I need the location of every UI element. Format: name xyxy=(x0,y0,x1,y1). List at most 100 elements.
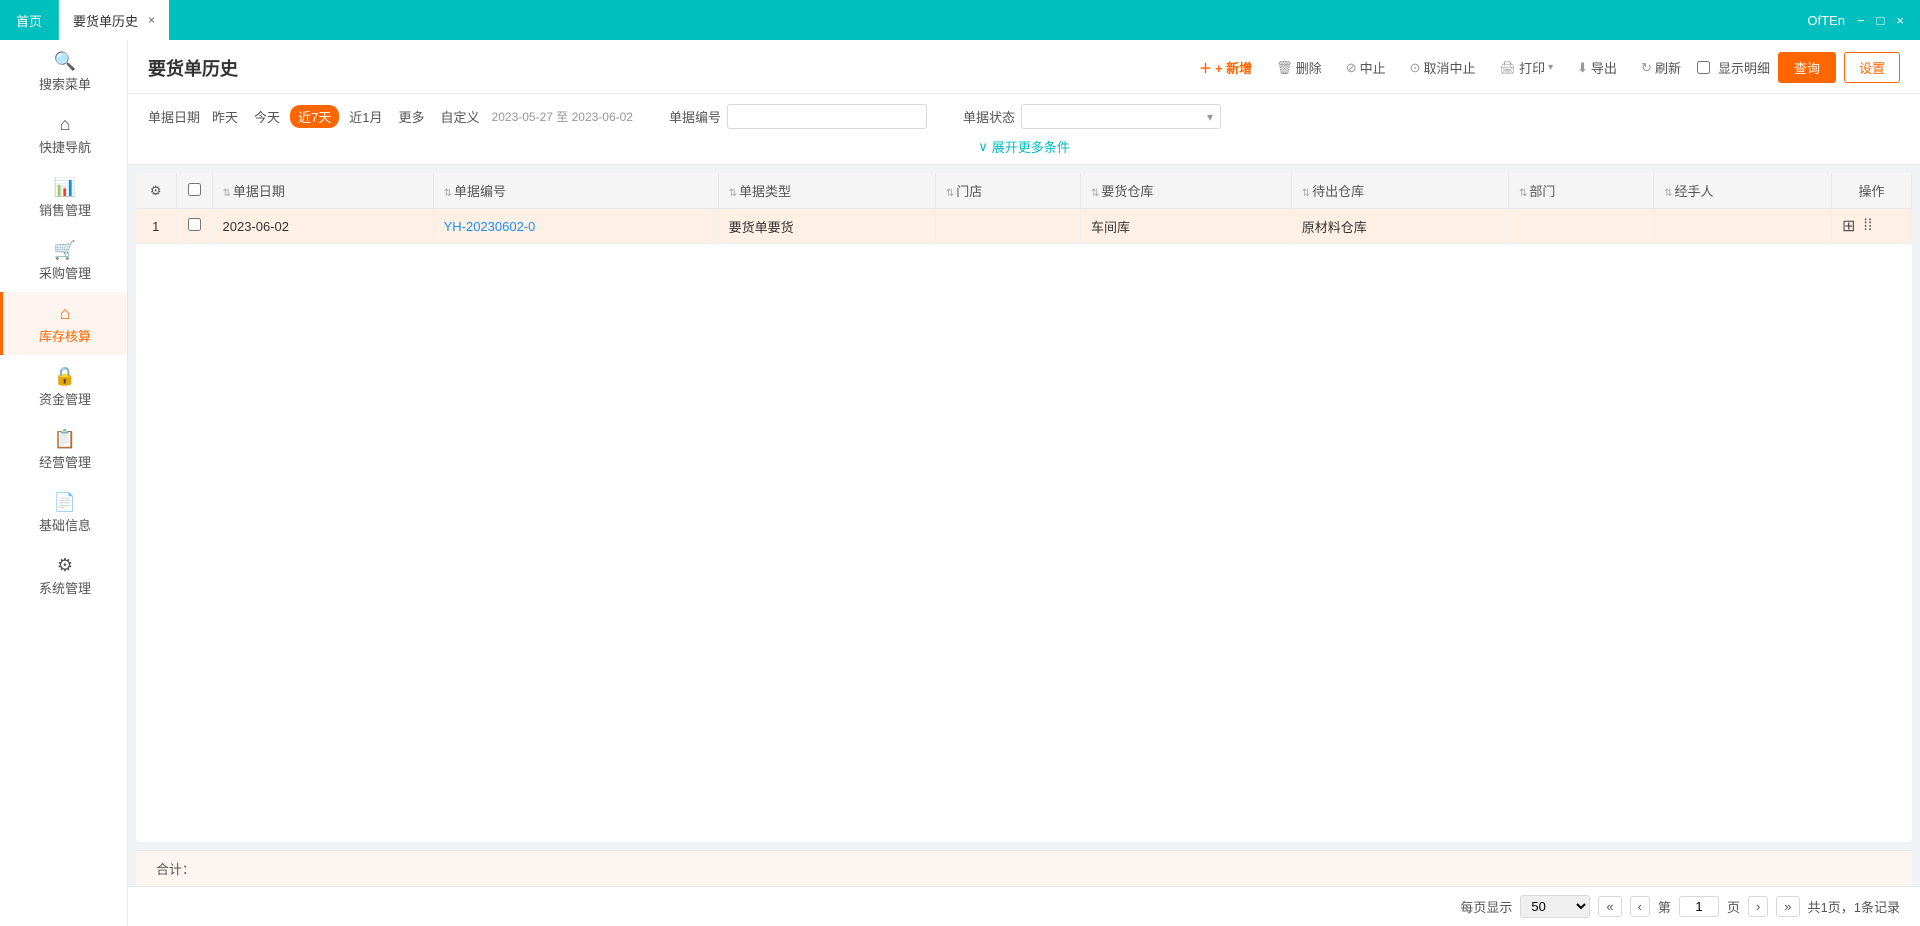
status-select[interactable] xyxy=(1021,104,1221,129)
content-area: 要货单历史 ＋ + 新增 🗑 删除 ⊘ 中止 ⊙ xyxy=(128,40,1920,926)
top-bar: 首页 要货单历史 × OfTEn − □ × xyxy=(0,0,1920,40)
filter-row-1: 单据日期 昨天 今天 近7天 近1月 更多 自定义 2023-05-27 至 2… xyxy=(148,104,1900,129)
td-doc-date: 2023-06-02 xyxy=(212,209,433,244)
minimize-btn[interactable]: − xyxy=(1857,13,1865,28)
expand-more-row: ∨ 展开更多条件 xyxy=(148,135,1900,156)
tab-close-icon[interactable]: × xyxy=(148,13,155,27)
sidebar-label-quick-nav: 快捷导航 xyxy=(39,137,91,156)
status-label: 单据状态 xyxy=(963,107,1015,126)
table-header-row: ⚙ 单据日期 单据编号 单据类型 门店 要货仓库 待出仓库 部门 经手人 操 xyxy=(136,173,1912,209)
date-btn-7days[interactable]: 近7天 xyxy=(290,105,339,128)
td-req-warehouse: 车间库 xyxy=(1080,209,1291,244)
date-btn-today[interactable]: 今天 xyxy=(248,105,286,128)
filter-area: 单据日期 昨天 今天 近7天 近1月 更多 自定义 2023-05-27 至 2… xyxy=(128,94,1920,165)
th-ops: 操作 xyxy=(1832,173,1912,209)
first-page-btn[interactable]: « xyxy=(1598,896,1621,917)
system-icon: ⚙ xyxy=(57,556,73,574)
more-icon[interactable]: ⁞⁞ xyxy=(1863,217,1872,235)
total-info: 共1页，1条记录 xyxy=(1808,897,1900,916)
sidebar-item-quick-nav[interactable]: ⌂ 快捷导航 xyxy=(0,103,127,166)
th-doc-type[interactable]: 单据类型 xyxy=(718,173,935,209)
new-icon: ＋ xyxy=(1199,58,1212,77)
prev-page-btn[interactable]: ‹ xyxy=(1630,896,1650,917)
stop-button[interactable]: ⊘ 中止 xyxy=(1338,54,1394,81)
delete-icon: 🗑 xyxy=(1276,60,1293,76)
th-doc-num[interactable]: 单据编号 xyxy=(433,173,718,209)
top-bar-right: OfTEn − □ × xyxy=(1807,13,1920,28)
page-size-select[interactable]: 50 10 20 100 xyxy=(1520,895,1590,918)
new-button[interactable]: ＋ + 新增 xyxy=(1191,54,1260,81)
th-doc-date[interactable]: 单据日期 xyxy=(212,173,433,209)
export-button[interactable]: ⬇ 导出 xyxy=(1569,54,1625,81)
query-button[interactable]: 查询 xyxy=(1778,52,1836,83)
status-select-wrapper xyxy=(1021,104,1221,129)
sidebar-item-basic-info[interactable]: 📄 基础信息 xyxy=(0,481,127,544)
next-page-btn[interactable]: › xyxy=(1748,896,1768,917)
page-input[interactable] xyxy=(1679,896,1719,917)
tab-active[interactable]: 要货单历史 × xyxy=(59,0,169,40)
last-page-btn[interactable]: » xyxy=(1776,896,1799,917)
date-shortcuts: 昨天 今天 近7天 近1月 更多 自定义 xyxy=(206,105,486,128)
sidebar-label-search-menu: 搜索菜单 xyxy=(39,74,91,93)
page-title: 要货单历史 xyxy=(148,55,238,81)
expand-more-btn[interactable]: ∨ 展开更多条件 xyxy=(978,137,1070,156)
expand-chevron-icon: ∨ xyxy=(978,139,988,155)
date-filter-group: 单据日期 昨天 今天 近7天 近1月 更多 自定义 2023-05-27 至 2… xyxy=(148,105,633,128)
display-detail-toggle[interactable]: 显示明细 xyxy=(1697,58,1770,77)
page-title-row: 要货单历史 ＋ + 新增 🗑 删除 ⊘ 中止 ⊙ xyxy=(148,52,1900,83)
table-row: 1 2023-06-02 YH-20230602-0 要货单要货 车间库 原材料… xyxy=(136,209,1912,244)
select-all-checkbox[interactable] xyxy=(188,183,201,196)
date-btn-more[interactable]: 更多 xyxy=(393,105,431,128)
finance-icon: 🔒 xyxy=(54,367,76,385)
td-store xyxy=(935,209,1080,244)
main-layout: 🔍 搜索菜单 ⌂ 快捷导航 📊 销售管理 🛒 采购管理 ⌂ 库存核算 🔒 资金管… xyxy=(0,40,1920,926)
sidebar-item-operations[interactable]: 📋 经营管理 xyxy=(0,418,127,481)
refresh-button[interactable]: ↻ 刷新 xyxy=(1633,54,1689,81)
doc-num-input[interactable] xyxy=(727,104,927,129)
td-dept xyxy=(1509,209,1654,244)
sidebar-label-finance: 资金管理 xyxy=(39,389,91,408)
maximize-btn[interactable]: □ xyxy=(1877,13,1885,28)
window-close-btn[interactable]: × xyxy=(1896,13,1904,28)
print-button[interactable]: 🖨 打印 ▾ xyxy=(1492,54,1562,81)
delete-button[interactable]: 🗑 删除 xyxy=(1268,54,1330,81)
summary-label: 合计： xyxy=(156,859,195,878)
date-btn-1month[interactable]: 近1月 xyxy=(343,105,388,128)
page-unit-label: 页 xyxy=(1727,897,1740,916)
th-settings[interactable]: ⚙ xyxy=(136,173,176,209)
th-pend-warehouse[interactable]: 待出仓库 xyxy=(1291,173,1508,209)
doc-num-link[interactable]: YH-20230602-0 xyxy=(444,219,536,234)
th-handler[interactable]: 经手人 xyxy=(1654,173,1832,209)
th-dept[interactable]: 部门 xyxy=(1509,173,1654,209)
sidebar-item-system[interactable]: ⚙ 系统管理 xyxy=(0,544,127,607)
sidebar-label-inventory: 库存核算 xyxy=(39,326,91,345)
th-req-warehouse[interactable]: 要货仓库 xyxy=(1080,173,1291,209)
settings-button[interactable]: 设置 xyxy=(1844,52,1900,83)
row-checkbox[interactable] xyxy=(188,218,201,231)
display-detail-checkbox[interactable] xyxy=(1697,61,1710,74)
quick-nav-icon: ⌂ xyxy=(60,115,71,133)
th-store[interactable]: 门店 xyxy=(935,173,1080,209)
date-btn-yesterday[interactable]: 昨天 xyxy=(206,105,244,128)
table-footer: 合计： xyxy=(136,850,1912,886)
cancel-stop-button[interactable]: ⊙ 取消中止 xyxy=(1402,54,1484,81)
td-row-num: 1 xyxy=(136,209,176,244)
often-label: OfTEn xyxy=(1807,13,1845,28)
sidebar-item-purchase[interactable]: 🛒 采购管理 xyxy=(0,229,127,292)
page-header: 要货单历史 ＋ + 新增 🗑 删除 ⊘ 中止 ⊙ xyxy=(128,40,1920,94)
toolbar: ＋ + 新增 🗑 删除 ⊘ 中止 ⊙ 取消中止 xyxy=(1191,52,1900,83)
sidebar-item-inventory[interactable]: ⌂ 库存核算 xyxy=(0,292,127,355)
sidebar-label-sales: 销售管理 xyxy=(39,200,91,219)
sidebar-label-system: 系统管理 xyxy=(39,578,91,597)
action-icons: ⊞ ⁞⁞ xyxy=(1842,216,1901,236)
sidebar-item-sales[interactable]: 📊 销售管理 xyxy=(0,166,127,229)
td-doc-type: 要货单要货 xyxy=(718,209,935,244)
edit-icon[interactable]: ⊞ xyxy=(1842,216,1855,236)
sidebar-item-search-menu[interactable]: 🔍 搜索菜单 xyxy=(0,40,127,103)
stop-icon: ⊘ xyxy=(1346,60,1357,76)
date-btn-custom[interactable]: 自定义 xyxy=(435,105,486,128)
export-icon: ⬇ xyxy=(1577,60,1588,76)
sidebar-item-finance[interactable]: 🔒 资金管理 xyxy=(0,355,127,418)
active-tab-label: 要货单历史 xyxy=(73,11,138,30)
tab-home[interactable]: 首页 xyxy=(0,0,59,40)
